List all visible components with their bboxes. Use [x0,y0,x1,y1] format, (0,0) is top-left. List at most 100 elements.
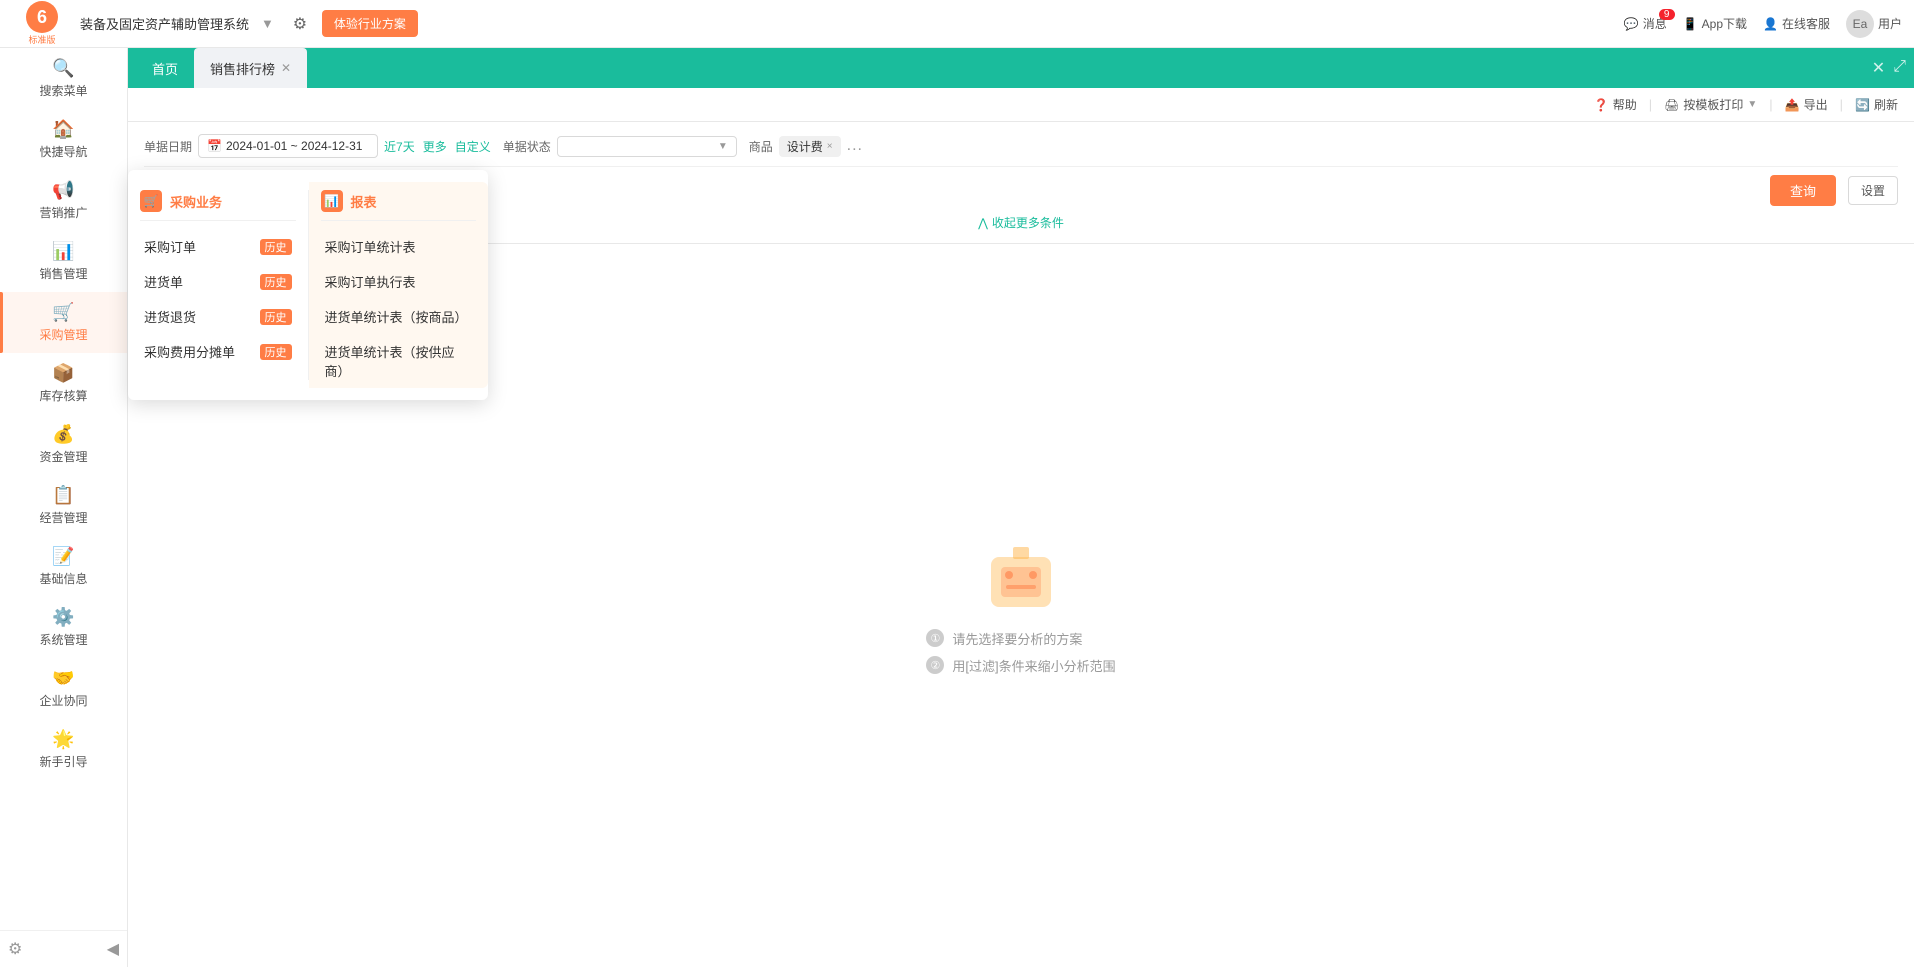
date-shortcut-more[interactable]: 更多 [423,138,447,155]
logo-text: 标准版 [28,33,55,46]
sidebar-item-basicinfo[interactable]: 📝 基础信息 [0,536,127,597]
doc-status-label: 单据状态 [503,138,551,155]
sales-icon: 📊 [52,241,74,262]
sidebar-collapse-button[interactable]: ◀ [107,939,119,959]
query-button[interactable]: 查询 [1770,175,1836,206]
doc-status-input[interactable]: ▼ [557,136,737,157]
dropdown-item-purchase-expense[interactable]: 采购费用分摊单 历史 [140,334,296,369]
enterprise-icon: 🤝 [52,668,74,689]
sidebar-item-inventory[interactable]: 📦 库存核算 [0,353,127,414]
purchase-order-label: 采购订单 [144,237,196,256]
sidebar-item-enterprise[interactable]: 🤝 企业协同 [0,658,127,719]
date-filter: 单据日期 📅 2024-01-01 ~ 2024-12-31 近7天 更多 自定… [144,134,491,158]
refresh-icon: 🔄 [1855,98,1870,112]
date-quicklinks: 近7天 更多 自定义 [384,138,491,155]
goods-dots[interactable]: ... [847,137,863,155]
date-label: 单据日期 [144,138,192,155]
dropdown-item-goods-receipt[interactable]: 进货单 历史 [140,264,296,299]
service-icon: 👤 [1763,17,1778,31]
export-action[interactable]: 📤 导出 [1785,96,1828,113]
template-print-action[interactable]: 🖨 按模板打印 ▼ [1664,96,1757,113]
collapse-icon: ⋀ [978,216,988,230]
sidebar-item-search[interactable]: 🔍 搜索菜单 [0,48,127,109]
dropdown-item-goods-return[interactable]: 进货退货 历史 [140,299,296,334]
help-label: 帮助 [1613,96,1637,113]
sidebar-item-guide[interactable]: 🌟 新手引导 [0,719,127,780]
sidebar-item-sales-label: 销售管理 [39,265,87,282]
marketing-icon: 📢 [52,180,74,201]
sidebar-item-quicknav[interactable]: 🏠 快捷导航 [0,109,127,170]
goods-tag-close-icon[interactable]: × [827,141,833,152]
setting-button[interactable]: 设置 [1848,176,1898,205]
purchase-col-icon: 🛒 [140,190,162,212]
dropdown-item-purchase-order-exec[interactable]: 采购订单执行表 [321,264,477,299]
sidebar-item-quicknav-label: 快捷导航 [39,143,87,160]
trial-button[interactable]: 体验行业方案 [322,10,418,37]
dropdown-item-receipt-by-supplier[interactable]: 进货单统计表（按供应商） [321,334,477,388]
tab-close-window-icon[interactable]: ✕ [1872,58,1885,78]
refresh-action[interactable]: 🔄 刷新 [1855,96,1898,113]
goods-return-label: 进货退货 [144,307,196,326]
doc-status-arrow-icon: ▼ [718,141,728,152]
sidebar-settings-button[interactable]: ⚙ [8,939,22,959]
online-service-item[interactable]: 👤 在线客服 [1763,15,1830,32]
export-label: 导出 [1804,96,1828,113]
sidebar-item-purchase-label: 采购管理 [39,326,87,343]
dropdown-purchase-title: 采购业务 [170,192,222,211]
dropdown-item-purchase-order-stat[interactable]: 采购订单统计表 [321,229,477,264]
sidebar-item-basicinfo-label: 基础信息 [39,570,87,587]
receipt-by-supplier-label: 进货单统计表（按供应商） [325,342,473,380]
purchase-icon: 🛒 [52,302,74,323]
tab-bar-right: ✕ ⤢ [1872,58,1906,78]
app-download-item[interactable]: 📱 App下载 [1683,15,1747,32]
tab-bar: 首页 销售排行榜 ✕ ✕ ⤢ [128,48,1914,88]
goods-receipt-badge: 历史 [260,274,292,290]
date-shortcut-custom[interactable]: 自定义 [455,138,491,155]
dropdown-item-receipt-by-goods[interactable]: 进货单统计表（按商品） [321,299,477,334]
tab-home-label: 首页 [152,59,178,78]
notification-item[interactable]: 💬 消息 9 [1624,15,1667,32]
tip-text-2: 用[过滤]条件来缩小分析范围 [952,656,1115,675]
sidebar-item-operations-label: 经营管理 [39,509,87,526]
home-icon: 🏠 [52,119,74,140]
sidebar-item-system[interactable]: ⚙️ 系统管理 [0,597,127,658]
user-label: 用户 [1878,15,1902,32]
active-indicator [0,292,3,353]
date-input[interactable]: 📅 2024-01-01 ~ 2024-12-31 [198,134,378,158]
dropdown-item-purchase-order[interactable]: 采购订单 历史 [140,229,296,264]
user-item[interactable]: Ea 用户 [1846,10,1902,38]
notification-badge: 9 [1659,9,1675,20]
tab-sales-ranking[interactable]: 销售排行榜 ✕ [194,48,307,88]
collapse-button[interactable]: ⋀ 收起更多条件 [978,214,1064,231]
sidebar-item-finance[interactable]: 💰 资金管理 [0,414,127,475]
finance-icon: 💰 [52,424,74,445]
sidebar-item-operations[interactable]: 📋 经营管理 [0,475,127,536]
sidebar-item-finance-label: 资金管理 [39,448,87,465]
sidebar-item-marketing[interactable]: 📢 营销推广 [0,170,127,231]
purchase-order-badge: 历史 [260,239,292,255]
help-icon: ❓ [1594,98,1609,112]
settings-gear-button[interactable]: ⚙ [286,10,314,38]
user-avatar: Ea [1846,10,1874,38]
tip-num-1: ① [926,629,944,647]
tab-close-icon[interactable]: ✕ [281,61,291,75]
purchase-order-stat-label: 采购订单统计表 [325,237,416,256]
search-icon: 🔍 [52,58,74,79]
sidebar-item-purchase[interactable]: 🛒 采购管理 [0,292,127,353]
template-print-label: 按模板打印 [1683,96,1743,113]
title-arrow-icon: ▼ [261,16,274,31]
empty-illustration [971,537,1071,617]
sidebar-item-sales[interactable]: 📊 销售管理 [0,231,127,292]
tab-home[interactable]: 首页 [136,48,194,88]
tab-maximize-icon[interactable]: ⤢ [1893,58,1906,78]
refresh-label: 刷新 [1874,96,1898,113]
filter-row-1: 单据日期 📅 2024-01-01 ~ 2024-12-31 近7天 更多 自定… [144,134,1898,158]
app-download-label: App下载 [1702,15,1747,32]
help-action[interactable]: ❓ 帮助 [1594,96,1637,113]
sidebar-item-guide-label: 新手引导 [39,753,87,770]
receipt-by-goods-label: 进货单统计表（按商品） [325,307,468,326]
top-bar-right: 💬 消息 9 📱 App下载 👤 在线客服 Ea 用户 [1624,10,1902,38]
divider2: | [1769,97,1772,112]
date-shortcut-7days[interactable]: 近7天 [384,138,415,155]
goods-filter: 商品 设计费 × ... [749,136,863,157]
